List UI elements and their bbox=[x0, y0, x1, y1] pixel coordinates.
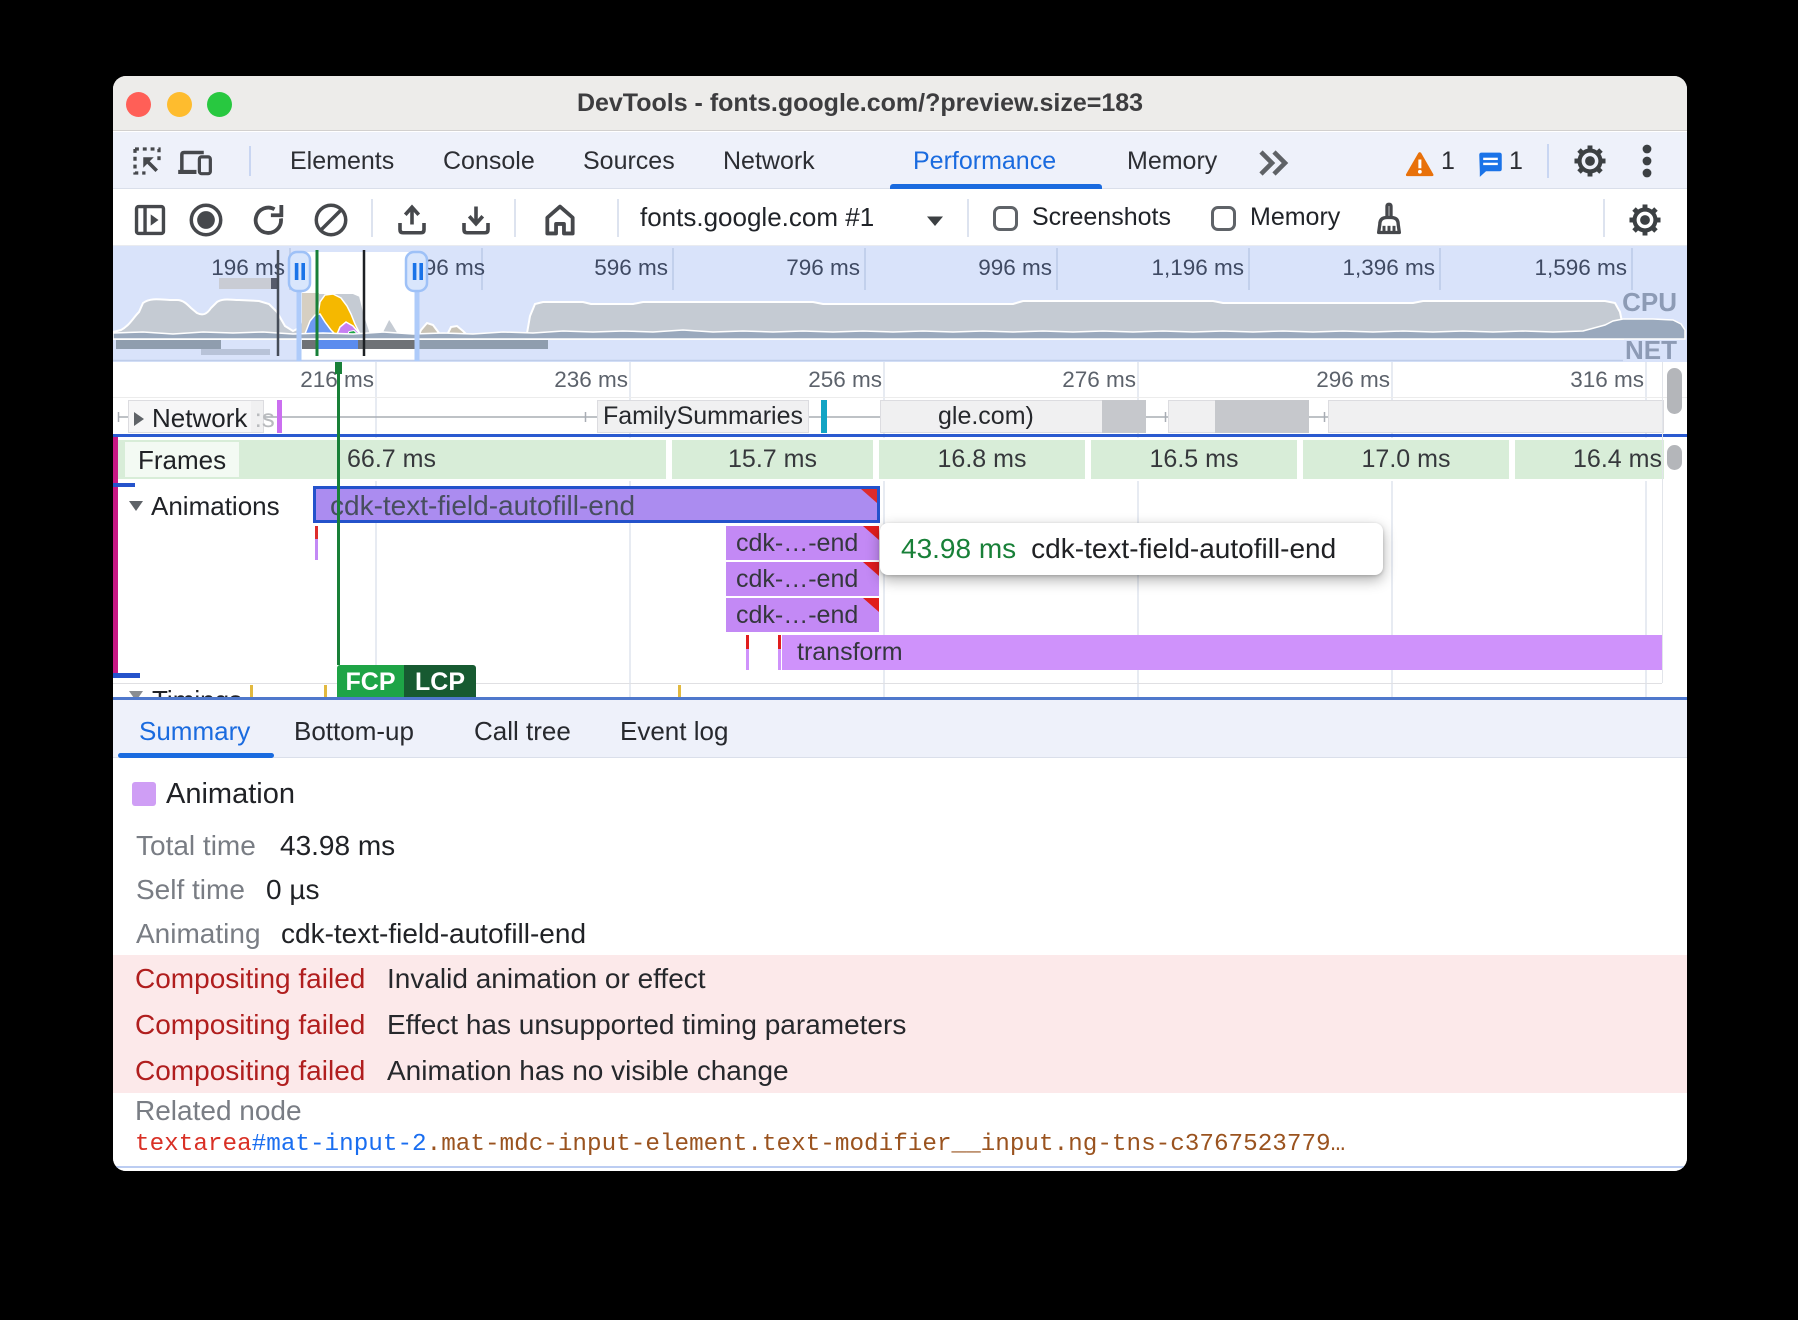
svg-text:1,196 ms: 1,196 ms bbox=[1151, 255, 1244, 280]
svg-text:1,596 ms: 1,596 ms bbox=[1534, 255, 1627, 280]
svg-text:996 ms: 996 ms bbox=[978, 255, 1052, 280]
svg-text:796 ms: 796 ms bbox=[786, 255, 860, 280]
svg-text:NET: NET bbox=[1625, 335, 1677, 362]
svg-text:596 ms: 596 ms bbox=[594, 255, 668, 280]
svg-text:196 ms: 196 ms bbox=[211, 255, 285, 280]
svg-text:CPU: CPU bbox=[1622, 287, 1677, 317]
svg-text:1,396 ms: 1,396 ms bbox=[1342, 255, 1435, 280]
